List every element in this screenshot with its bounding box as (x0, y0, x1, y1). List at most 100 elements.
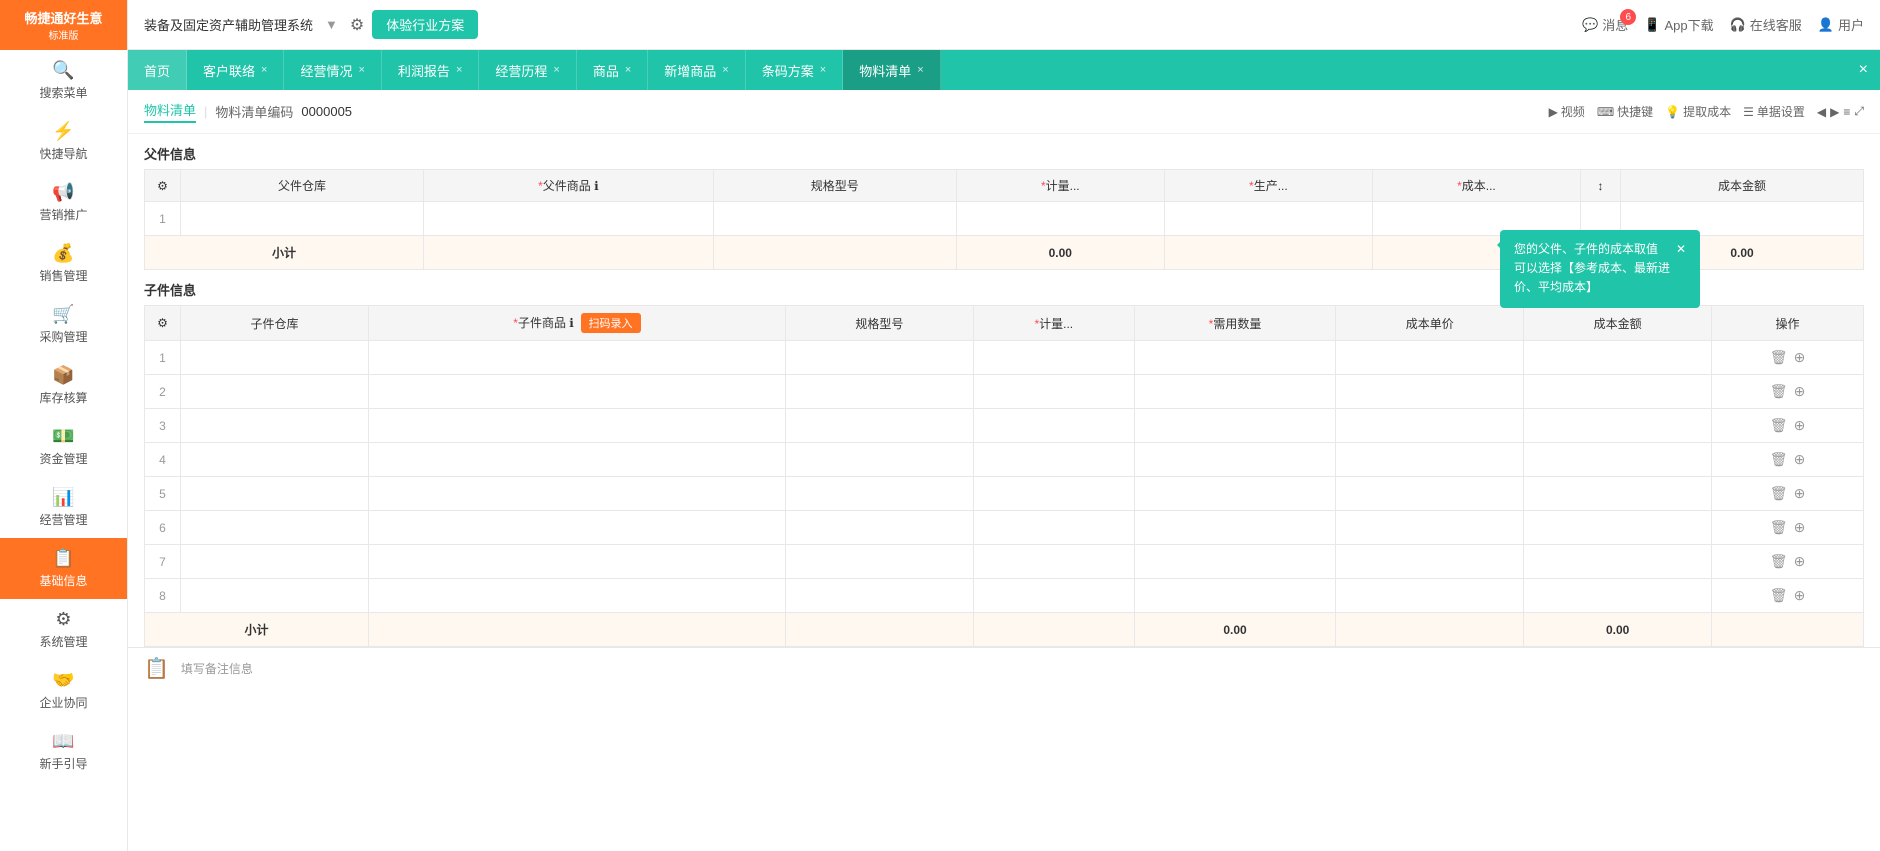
child-row-3-warehouse[interactable] (181, 409, 369, 443)
child-row-4-product[interactable] (368, 443, 785, 477)
copy-icon-6[interactable]: ⊕ (1794, 519, 1806, 536)
delete-icon-1[interactable]: 🗑 (1770, 349, 1788, 366)
child-row-2-product[interactable] (368, 375, 785, 409)
sidebar-item-快捷导航[interactable]: ⚡ 快捷导航 (0, 111, 127, 172)
child-row-5-unit[interactable] (973, 477, 1134, 511)
nav-tab-close-1[interactable]: × (261, 64, 267, 76)
child-row-7-unit[interactable] (973, 545, 1134, 579)
expand-icon[interactable]: ⤢ (1854, 104, 1864, 119)
sidebar-item-库存核算[interactable]: 📦 库存核算 (0, 355, 127, 416)
copy-icon-5[interactable]: ⊕ (1794, 485, 1806, 502)
nav-tab-5[interactable]: 商品× (577, 50, 648, 90)
child-row-1-product[interactable] (368, 341, 785, 375)
child-row-3-product[interactable] (368, 409, 785, 443)
child-row-3-unit[interactable] (973, 409, 1134, 443)
trial-button[interactable]: 体验行业方案 (372, 10, 478, 39)
delete-icon-3[interactable]: 🗑 (1770, 417, 1788, 434)
copy-icon-3[interactable]: ⊕ (1794, 417, 1806, 434)
child-row-7-spec[interactable] (785, 545, 973, 579)
copy-icon-4[interactable]: ⊕ (1794, 451, 1806, 468)
parent-row-1-warehouse[interactable] (181, 202, 424, 236)
child-row-6-product[interactable] (368, 511, 785, 545)
parent-row-1-product[interactable] (423, 202, 713, 236)
child-row-6-warehouse[interactable] (181, 511, 369, 545)
nav-tab-close-7[interactable]: × (820, 64, 826, 76)
parent-row-1-spec[interactable] (713, 202, 956, 236)
child-row-8-warehouse[interactable] (181, 579, 369, 613)
child-row-2-needed[interactable] (1134, 375, 1335, 409)
child-row-6-needed[interactable] (1134, 511, 1335, 545)
child-row-8-unit[interactable] (973, 579, 1134, 613)
child-row-8-unit-cost[interactable] (1336, 579, 1524, 613)
child-row-7-unit-cost[interactable] (1336, 545, 1524, 579)
parent-col-gear[interactable]: ⚙ (145, 170, 181, 202)
child-row-2-unit-cost[interactable] (1336, 375, 1524, 409)
online-service-button[interactable]: 🎧 在线客服 (1730, 15, 1802, 34)
child-row-6-unit[interactable] (973, 511, 1134, 545)
sidebar-item-系统管理[interactable]: ⚙ 系统管理 (0, 599, 127, 660)
delete-icon-2[interactable]: 🗑 (1770, 383, 1788, 400)
nav-tab-close-5[interactable]: × (625, 64, 631, 76)
nav-tab-close-2[interactable]: × (358, 64, 364, 76)
parent-row-1-unit[interactable] (956, 202, 1164, 236)
copy-icon-7[interactable]: ⊕ (1794, 553, 1806, 570)
nav-tab-6[interactable]: 新增商品× (648, 50, 745, 90)
delete-icon-4[interactable]: 🗑 (1770, 451, 1788, 468)
message-button[interactable]: 💬 消息 6 (1582, 15, 1628, 34)
sidebar-item-营销推广[interactable]: 📢 营销推广 (0, 172, 127, 233)
prev-page-icon[interactable]: ◀ (1817, 105, 1826, 119)
nav-tab-1[interactable]: 客户联络× (187, 50, 284, 90)
app-download-button[interactable]: 📱 App下载 (1644, 15, 1713, 34)
nav-tab-2[interactable]: 经营情况× (284, 50, 381, 90)
child-row-4-warehouse[interactable] (181, 443, 369, 477)
nav-tab-8[interactable]: 物料清单× (843, 50, 940, 90)
sidebar-item-资金管理[interactable]: 💵 资金管理 (0, 416, 127, 477)
child-row-8-product[interactable] (368, 579, 785, 613)
child-row-7-warehouse[interactable] (181, 545, 369, 579)
child-row-6-unit-cost[interactable] (1336, 511, 1524, 545)
shortcut-action[interactable]: ⌨ 快捷键 (1597, 103, 1653, 120)
child-row-8-spec[interactable] (785, 579, 973, 613)
child-row-2-unit[interactable] (973, 375, 1134, 409)
child-row-1-unit-cost[interactable] (1336, 341, 1524, 375)
child-row-5-product[interactable] (368, 477, 785, 511)
gear-icon[interactable]: ⚙ (350, 15, 364, 35)
child-row-5-unit-cost[interactable] (1336, 477, 1524, 511)
child-row-4-unit[interactable] (973, 443, 1134, 477)
menu-icon[interactable]: ≡ (1843, 105, 1850, 119)
copy-icon-8[interactable]: ⊕ (1794, 587, 1806, 604)
scan-button[interactable]: 扫码录入 (581, 313, 641, 333)
child-row-1-needed[interactable] (1134, 341, 1335, 375)
bill-list-tab[interactable]: 物料清单 (144, 100, 196, 123)
delete-icon-5[interactable]: 🗑 (1770, 485, 1788, 502)
cost-action[interactable]: 💡 提取成本 (1665, 103, 1731, 120)
user-button[interactable]: 👤 用户 (1818, 15, 1864, 34)
nav-tab-close-8[interactable]: × (917, 64, 923, 76)
sidebar-item-新手引导[interactable]: 📖 新手引导 (0, 721, 127, 782)
delete-icon-7[interactable]: 🗑 (1770, 553, 1788, 570)
child-row-3-unit-cost[interactable] (1336, 409, 1524, 443)
sidebar-item-基础信息[interactable]: 📋 基础信息 (0, 538, 127, 599)
parent-row-1-production[interactable] (1164, 202, 1372, 236)
nav-tab-close-6[interactable]: × (722, 64, 728, 76)
sidebar-item-企业协同[interactable]: 🤝 企业协同 (0, 660, 127, 721)
sidebar-item-经营管理[interactable]: 📊 经营管理 (0, 477, 127, 538)
dropdown-icon[interactable]: ▼ (325, 17, 338, 32)
child-row-7-product[interactable] (368, 545, 785, 579)
nav-tab-3[interactable]: 利润报告× (382, 50, 479, 90)
sidebar-item-销售管理[interactable]: 💰 销售管理 (0, 233, 127, 294)
nav-tab-close-4[interactable]: × (553, 64, 559, 76)
child-row-5-needed[interactable] (1134, 477, 1335, 511)
nav-tab-7[interactable]: 条码方案× (746, 50, 843, 90)
nav-tab-4[interactable]: 经营历程× (479, 50, 576, 90)
sidebar-item-搜索菜单[interactable]: 🔍 搜索菜单 (0, 50, 127, 111)
delete-icon-6[interactable]: 🗑 (1770, 519, 1788, 536)
child-row-1-unit[interactable] (973, 341, 1134, 375)
nav-tab-0[interactable]: 首页 (128, 50, 187, 90)
delete-icon-8[interactable]: 🗑 (1770, 587, 1788, 604)
child-row-2-warehouse[interactable] (181, 375, 369, 409)
video-action[interactable]: ▶ 视频 (1549, 103, 1585, 120)
copy-icon-2[interactable]: ⊕ (1794, 383, 1806, 400)
nav-tab-close-3[interactable]: × (456, 64, 462, 76)
next-page-icon[interactable]: ▶ (1830, 105, 1839, 119)
